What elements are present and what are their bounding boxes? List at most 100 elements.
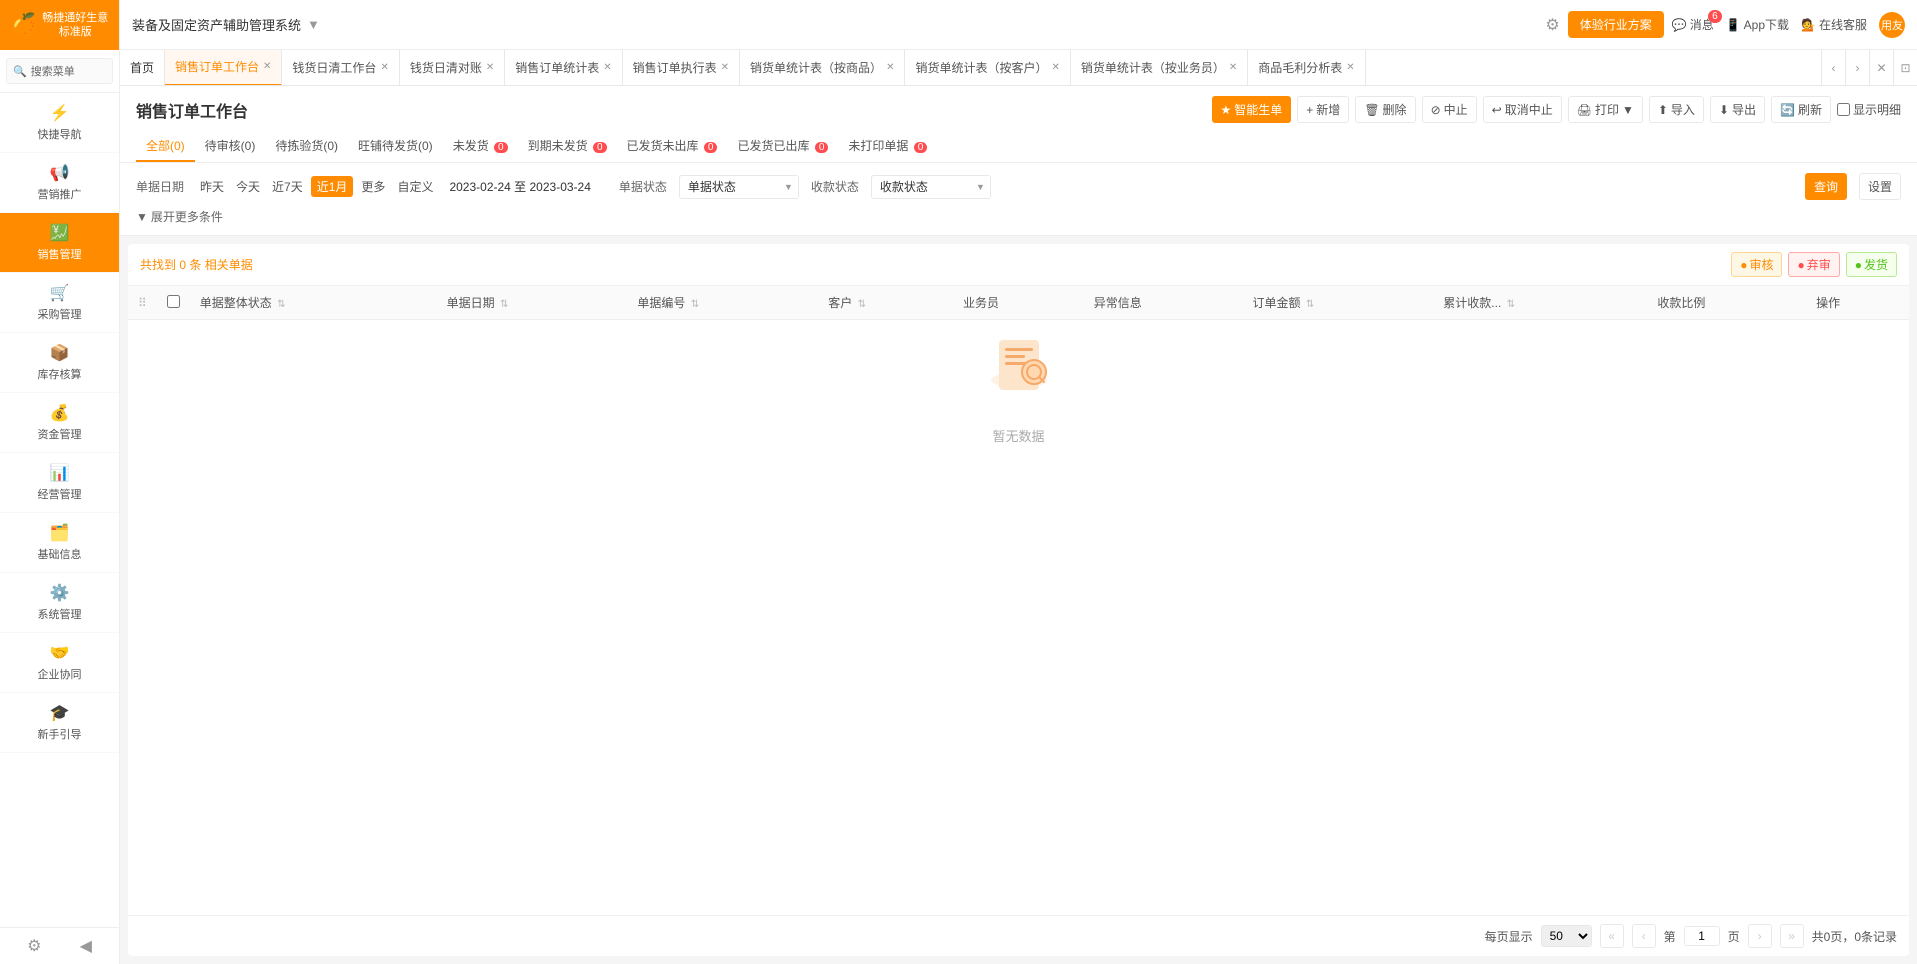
sort-date-icon[interactable]: ⇅	[500, 299, 508, 310]
sub-tab-not-printed[interactable]: 未打印单据 0	[838, 131, 937, 162]
select-all-checkbox[interactable]	[167, 295, 180, 308]
tab-close-all-icon[interactable]: ✕	[1869, 50, 1893, 86]
approve-icon: ●	[1740, 258, 1747, 272]
suspend-button[interactable]: ⊘ 中止	[1422, 96, 1477, 123]
sidebar-item-newbie[interactable]: 🎓 新手引导	[0, 693, 119, 753]
page-input[interactable]	[1684, 926, 1720, 946]
settings-bottom-icon[interactable]: ⚙	[27, 936, 41, 956]
pagination: 每页显示 50 10 20 100 « ‹ 第 页 › » 共0页，0条记录	[128, 915, 1909, 956]
ship-button[interactable]: ● 发货	[1846, 252, 1897, 277]
show-detail-checkbox-wrap[interactable]: 显示明细	[1837, 101, 1901, 118]
tab-shipment-stats-staff[interactable]: 销货单统计表（按业务员） ✕	[1071, 50, 1248, 86]
page-next-btn[interactable]: ›	[1748, 924, 1772, 948]
sort-number-icon[interactable]: ⇅	[691, 299, 699, 310]
page-prev-btn[interactable]: ‹	[1632, 924, 1656, 948]
approve-button[interactable]: ● 审核	[1731, 252, 1782, 277]
topbar-app-download[interactable]: 📱 App下载	[1726, 16, 1789, 33]
settings-filter-button[interactable]: 设置	[1859, 173, 1901, 200]
sidebar-item-operations[interactable]: 📊 经营管理	[0, 453, 119, 513]
quick-nav-icon: ⚡	[50, 103, 70, 123]
import-button[interactable]: ⬆ 导入	[1649, 96, 1704, 123]
print-button[interactable]: 🖨 打印 ▼	[1568, 96, 1643, 123]
th-collected: 累计收款... ⇅	[1433, 286, 1647, 320]
date-custom[interactable]: 自定义	[393, 176, 437, 197]
sidebar-item-inventory[interactable]: 📦 库存核算	[0, 333, 119, 393]
sort-collected-icon[interactable]: ⇅	[1507, 299, 1515, 310]
tab-cash-reconcile[interactable]: 钱货日清对账 ✕	[400, 50, 505, 86]
reject-button[interactable]: ● 弃审	[1788, 252, 1839, 277]
delete-button[interactable]: 🗑 删除	[1355, 96, 1415, 123]
topbar-online-support[interactable]: 💁 在线客服	[1801, 16, 1867, 33]
page-size-select[interactable]: 50 10 20 100	[1541, 925, 1592, 947]
collapse-sidebar-icon[interactable]: ◀	[80, 936, 92, 956]
sidebar-item-quick-nav[interactable]: ⚡ 快捷导航	[0, 93, 119, 153]
tab-close-shipment-stats-product[interactable]: ✕	[886, 62, 894, 73]
sub-tab-pending-review[interactable]: 待审核(0)	[195, 131, 266, 162]
sub-tab-all[interactable]: 全部(0)	[136, 131, 195, 162]
sub-tab-pending-check[interactable]: 待拣验货(0)	[265, 131, 348, 162]
refresh-button[interactable]: 🔄 刷新	[1771, 96, 1831, 123]
sidebar-item-purchase[interactable]: 🛒 采购管理	[0, 273, 119, 333]
sort-amount-icon[interactable]: ⇅	[1306, 299, 1314, 310]
smart-create-button[interactable]: ★ 智能生单	[1212, 96, 1292, 123]
tab-home[interactable]: 首页	[120, 50, 165, 86]
export-button[interactable]: ⬇ 导出	[1710, 96, 1765, 123]
show-detail-checkbox[interactable]	[1837, 103, 1850, 116]
tab-close-shipment-stats-staff[interactable]: ✕	[1229, 62, 1237, 73]
sidebar-item-sales[interactable]: 💹 销售管理	[0, 213, 119, 273]
date-today[interactable]: 今天	[232, 176, 264, 197]
sidebar-item-marketing[interactable]: 📢 营销推广	[0, 153, 119, 213]
tab-sales-stats[interactable]: 销售订单统计表 ✕	[505, 50, 622, 86]
date-last7[interactable]: 近7天	[268, 176, 307, 197]
expand-conditions-btn[interactable]: ▼ 展开更多条件	[136, 208, 1901, 225]
tab-shipment-stats-product[interactable]: 销货单统计表（按商品） ✕	[740, 50, 905, 86]
tab-close-sales-workbench[interactable]: ✕	[263, 61, 271, 72]
date-yesterday[interactable]: 昨天	[196, 176, 228, 197]
tab-sales-workbench[interactable]: 销售订单工作台 ✕	[165, 50, 282, 86]
sub-tab-wangpu[interactable]: 旺铺待发货(0)	[348, 131, 443, 162]
tab-close-sales-exec[interactable]: ✕	[721, 62, 729, 73]
sidebar-item-system[interactable]: ⚙️ 系统管理	[0, 573, 119, 633]
search-menu-button[interactable]: 🔍 搜索菜单	[6, 58, 113, 84]
tab-close-cash-reconcile[interactable]: ✕	[486, 62, 494, 73]
topbar-settings-icon[interactable]: ⚙	[1545, 15, 1559, 35]
topbar-user[interactable]: 用友	[1879, 12, 1905, 38]
sidebar-item-enterprise[interactable]: 🤝 企业协同	[0, 633, 119, 693]
date-more[interactable]: 更多	[357, 176, 389, 197]
tab-close-shipment-stats-customer[interactable]: ✕	[1051, 62, 1059, 73]
sidebar-item-label: 资金管理	[38, 426, 82, 442]
page-last-btn[interactable]: »	[1780, 924, 1804, 948]
cancel-suspend-button[interactable]: ↩ 取消中止	[1483, 96, 1562, 123]
add-button[interactable]: + 新增	[1297, 96, 1349, 123]
sub-tab-shipped-out[interactable]: 已发货已出库 0	[727, 131, 838, 162]
tab-shipment-stats-customer-label: 销货单统计表（按客户）	[915, 59, 1047, 76]
payment-select[interactable]: 收款状态	[871, 175, 991, 199]
sidebar-item-finance[interactable]: 💰 资金管理	[0, 393, 119, 453]
date-last1month[interactable]: 近1月	[311, 176, 354, 197]
sub-tab-not-shipped[interactable]: 未发货 0	[443, 131, 518, 162]
topbar-dropdown-icon[interactable]: ▼	[307, 17, 320, 32]
sub-tab-expired-not-shipped[interactable]: 到期未发货 0	[518, 131, 617, 162]
page-first-btn[interactable]: «	[1600, 924, 1624, 948]
th-status: 单据整体状态 ⇅	[190, 286, 437, 320]
sort-status-icon[interactable]: ⇅	[277, 299, 285, 310]
tab-sales-exec[interactable]: 销售订单执行表 ✕	[623, 50, 740, 86]
tab-gross-margin[interactable]: 商品毛利分析表 ✕	[1248, 50, 1365, 86]
sidebar-item-basic-info[interactable]: 🗂️ 基础信息	[0, 513, 119, 573]
tab-close-gross-margin[interactable]: ✕	[1346, 62, 1354, 73]
sort-customer-icon[interactable]: ⇅	[858, 299, 866, 310]
industry-btn[interactable]: 体验行业方案	[1568, 11, 1664, 38]
tab-scroll-right-icon[interactable]: ›	[1845, 50, 1869, 86]
tab-scroll-left-icon[interactable]: ‹	[1821, 50, 1845, 86]
status-select[interactable]: 单据状态	[679, 175, 799, 199]
tab-close-cash-daily[interactable]: ✕	[380, 62, 388, 73]
topbar-message[interactable]: 💬 消息 6	[1672, 16, 1714, 33]
tab-expand-icon[interactable]: ⊡	[1893, 50, 1917, 86]
query-button[interactable]: 查询	[1805, 173, 1847, 200]
tab-close-sales-stats[interactable]: ✕	[603, 62, 611, 73]
sub-tab-shipped-not-out[interactable]: 已发货未出库 0	[617, 131, 728, 162]
payment-select-wrap: 收款状态	[871, 175, 991, 199]
tab-shipment-stats-customer[interactable]: 销货单统计表（按客户） ✕	[905, 50, 1070, 86]
tab-cash-daily[interactable]: 钱货日清工作台 ✕	[282, 50, 399, 86]
sidebar-item-label: 营销推广	[38, 186, 82, 202]
